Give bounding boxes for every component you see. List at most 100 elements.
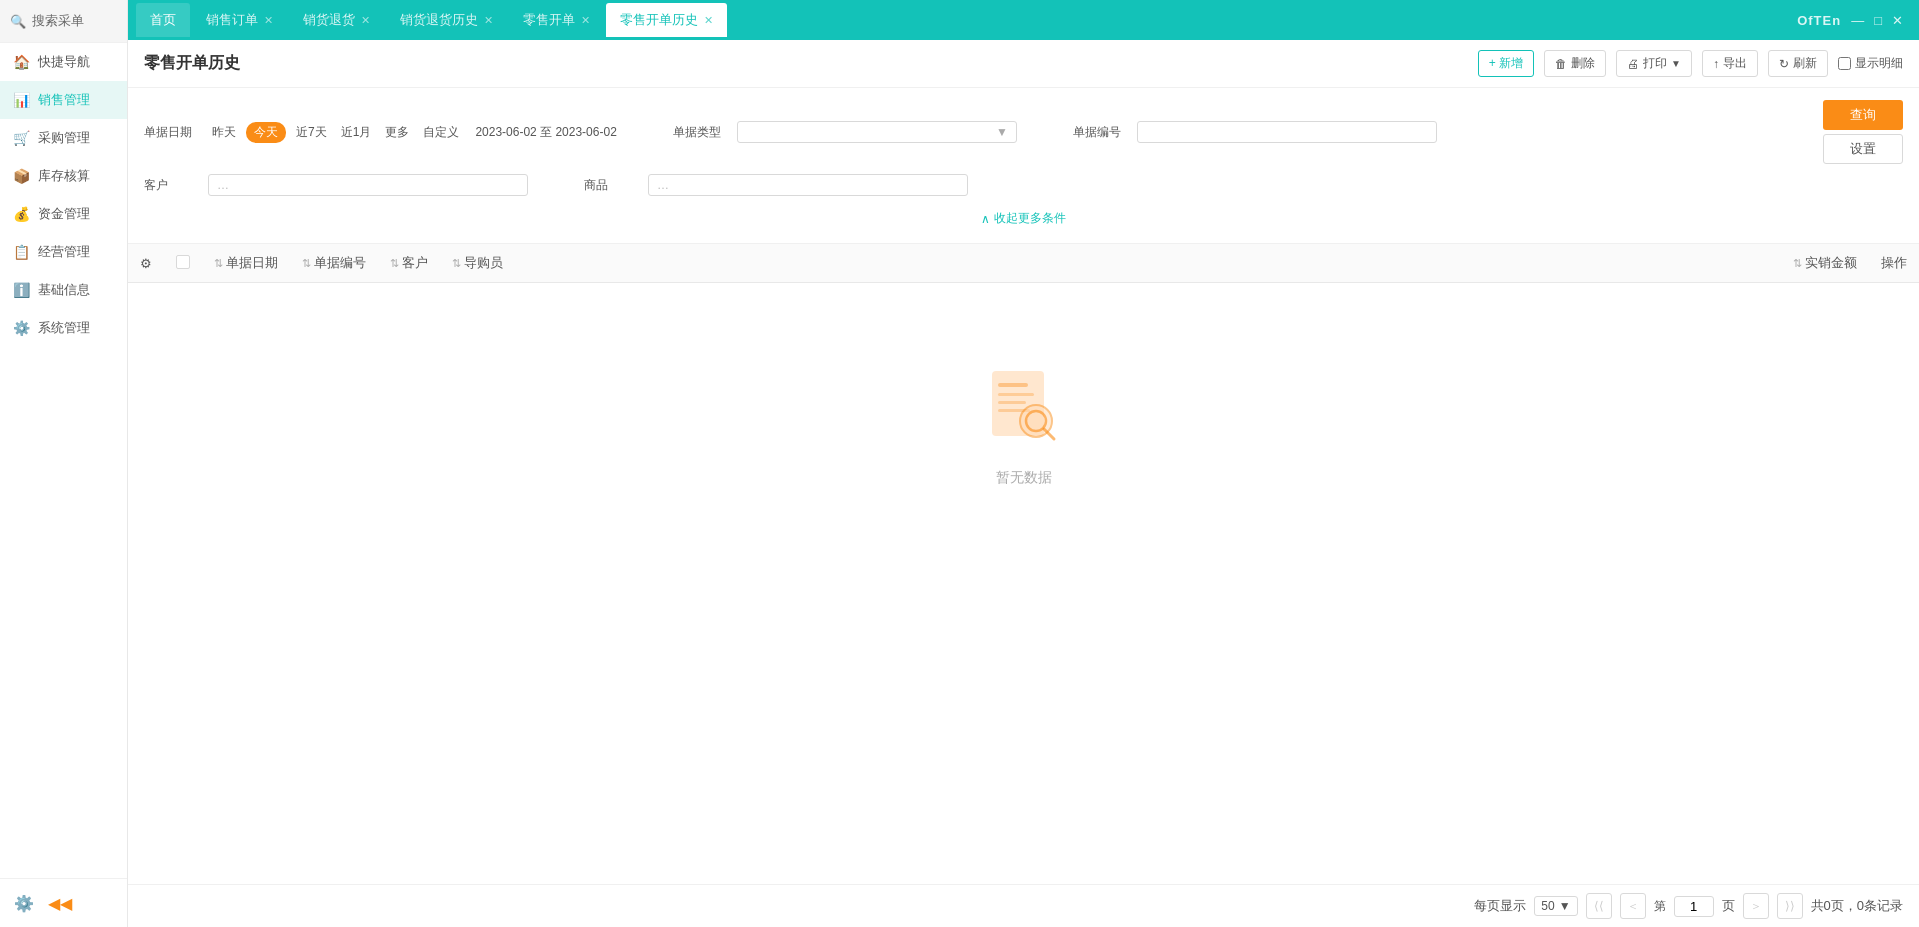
th-customer[interactable]: 客户 — [378, 244, 440, 283]
tab-retail-open-close[interactable]: ✕ — [581, 14, 590, 27]
next-page-btn[interactable]: ＞ — [1743, 893, 1769, 919]
product-input[interactable]: … — [648, 174, 968, 196]
empty-icon — [974, 363, 1074, 453]
tab-return-history[interactable]: 销货退货历史 ✕ — [386, 3, 507, 37]
page-word: 第 — [1654, 898, 1666, 915]
current-page-input[interactable] — [1674, 896, 1714, 917]
tab-bar: 首页 销售订单 ✕ 销货退货 ✕ 销货退货历史 ✕ 零售开单 ✕ 零售开单历史 … — [128, 0, 1919, 40]
tab-home[interactable]: 首页 — [136, 3, 190, 37]
prev-page-btn[interactable]: ＜ — [1620, 893, 1646, 919]
pagination-bar: 每页显示 50 ▼ ⟨⟨ ＜ 第 页 ＞ ⟩⟩ 共0页，0条记录 — [128, 884, 1919, 927]
th-number[interactable]: 单据编号 — [290, 244, 378, 283]
delete-label: 删除 — [1571, 55, 1595, 72]
setting-button[interactable]: 设置 — [1823, 134, 1903, 164]
sidebar-item-basic[interactable]: ℹ️ 基础信息 — [0, 271, 127, 309]
maximize-btn[interactable]: □ — [1874, 13, 1882, 28]
refresh-icon: ↻ — [1779, 57, 1789, 71]
product-placeholder: … — [657, 178, 669, 192]
th-checkbox[interactable] — [164, 244, 202, 283]
sidebar-item-system[interactable]: ⚙️ 系统管理 — [0, 309, 127, 347]
sidebar-search[interactable]: 🔍 搜索采单 — [0, 0, 127, 43]
filter-area: 单据日期 昨天 今天 近7天 近1月 更多 自定义 2023-06-02 至 2… — [128, 88, 1919, 244]
sidebar-item-label: 库存核算 — [38, 167, 90, 185]
sidebar-item-quicknav[interactable]: 🏠 快捷导航 — [0, 43, 127, 81]
select-all-checkbox[interactable] — [176, 255, 190, 269]
toolbar: + 新增 🗑 删除 🖨 打印 ▼ ↑ 导出 ↻ 刷新 — [1478, 50, 1903, 77]
sidebar-item-finance[interactable]: 💰 资金管理 — [0, 195, 127, 233]
print-button[interactable]: 🖨 打印 ▼ — [1616, 50, 1692, 77]
customer-placeholder: … — [217, 178, 229, 192]
operation-icon: 📋 — [12, 244, 30, 260]
tab-retail-open-label: 零售开单 — [523, 11, 575, 29]
tab-retail-history-label: 零售开单历史 — [620, 11, 698, 29]
date-opt-more[interactable]: 更多 — [381, 122, 413, 143]
customer-input[interactable]: … — [208, 174, 528, 196]
sidebar-item-sales[interactable]: 📊 销售管理 — [0, 81, 127, 119]
number-filter-label: 单据编号 — [1073, 124, 1129, 141]
table-header-row: ⚙ 单据日期 单据编号 客户 导购员 实销金额 操作 — [128, 244, 1919, 283]
show-detail-toggle[interactable]: 显示明细 — [1838, 55, 1903, 72]
purchase-icon: 🛒 — [12, 130, 30, 146]
tab-retail-history-close[interactable]: ✕ — [704, 14, 713, 27]
export-button[interactable]: ↑ 导出 — [1702, 50, 1758, 77]
date-opt-yesterday[interactable]: 昨天 — [208, 122, 240, 143]
show-detail-checkbox[interactable] — [1838, 57, 1851, 70]
tab-sales-order[interactable]: 销售订单 ✕ — [192, 3, 287, 37]
sidebar-item-operation[interactable]: 📋 经营管理 — [0, 233, 127, 271]
main-area: 首页 销售订单 ✕ 销货退货 ✕ 销货退货历史 ✕ 零售开单 ✕ 零售开单历史 … — [128, 0, 1919, 927]
first-page-btn[interactable]: ⟨⟨ — [1586, 893, 1612, 919]
query-button[interactable]: 查询 — [1823, 100, 1903, 130]
minimize-btn[interactable]: — — [1851, 13, 1864, 28]
type-select[interactable]: ▼ — [737, 121, 1017, 143]
tab-retail-history[interactable]: 零售开单历史 ✕ — [606, 3, 727, 37]
tab-return-close[interactable]: ✕ — [361, 14, 370, 27]
sidebar-item-label: 快捷导航 — [38, 53, 90, 71]
filter-actions: 查询 设置 — [1823, 100, 1903, 164]
date-opt-7days[interactable]: 近7天 — [292, 122, 331, 143]
date-opt-custom[interactable]: 自定义 — [419, 122, 463, 143]
number-input[interactable] — [1137, 121, 1437, 143]
th-settings[interactable]: ⚙ — [128, 244, 164, 283]
tab-return-history-close[interactable]: ✕ — [484, 14, 493, 27]
tab-sales-order-close[interactable]: ✕ — [264, 14, 273, 27]
close-btn[interactable]: ✕ — [1892, 13, 1903, 28]
sidebar-item-purchase[interactable]: 🛒 采购管理 — [0, 119, 127, 157]
th-guide[interactable]: 导购员 — [440, 244, 515, 283]
total-info: 共0页，0条记录 — [1811, 897, 1903, 915]
sidebar-item-label: 基础信息 — [38, 281, 90, 299]
sidebar-item-label: 资金管理 — [38, 205, 90, 223]
filter-customer-group: 客户 … — [144, 174, 528, 196]
sidebar-search-label: 搜索采单 — [32, 12, 84, 30]
date-opt-today[interactable]: 今天 — [246, 122, 286, 143]
refresh-button[interactable]: ↻ 刷新 — [1768, 50, 1828, 77]
empty-text: 暂无数据 — [996, 469, 1052, 487]
empty-state: 暂无数据 — [128, 283, 1919, 567]
add-button[interactable]: + 新增 — [1478, 50, 1534, 77]
tab-sales-order-label: 销售订单 — [206, 11, 258, 29]
page-title: 零售开单历史 — [144, 53, 240, 74]
home-icon: 🏠 — [12, 54, 30, 70]
sales-icon: 📊 — [12, 92, 30, 108]
print-label: 打印 — [1643, 55, 1667, 72]
tab-return-label: 销货退货 — [303, 11, 355, 29]
settings-footer-icon[interactable]: ⚙️ — [10, 889, 38, 917]
collapse-more-btn[interactable]: ∧ 收起更多条件 — [144, 206, 1903, 231]
tab-return[interactable]: 销货退货 ✕ — [289, 3, 384, 37]
svg-rect-3 — [998, 401, 1026, 404]
refresh-label: 刷新 — [1793, 55, 1817, 72]
collapse-sidebar-icon[interactable]: ◀◀ — [46, 889, 74, 917]
th-date[interactable]: 单据日期 — [202, 244, 290, 283]
page-size-select[interactable]: 50 ▼ — [1534, 896, 1577, 916]
data-table: ⚙ 单据日期 单据编号 客户 导购员 实销金额 操作 — [128, 244, 1919, 283]
filter-date-group: 单据日期 昨天 今天 近7天 近1月 更多 自定义 2023-06-02 至 2… — [144, 122, 617, 143]
th-amount[interactable]: 实销金额 — [1781, 244, 1869, 283]
delete-icon: 🗑 — [1555, 57, 1567, 71]
type-chevron-icon: ▼ — [996, 125, 1008, 139]
tab-retail-open[interactable]: 零售开单 ✕ — [509, 3, 604, 37]
collapse-up-icon: ∧ — [981, 212, 990, 226]
delete-button[interactable]: 🗑 删除 — [1544, 50, 1606, 77]
sidebar-item-inventory[interactable]: 📦 库存核算 — [0, 157, 127, 195]
date-opt-1month[interactable]: 近1月 — [337, 122, 376, 143]
date-range-display: 2023-06-02 至 2023-06-02 — [475, 124, 616, 141]
last-page-btn[interactable]: ⟩⟩ — [1777, 893, 1803, 919]
